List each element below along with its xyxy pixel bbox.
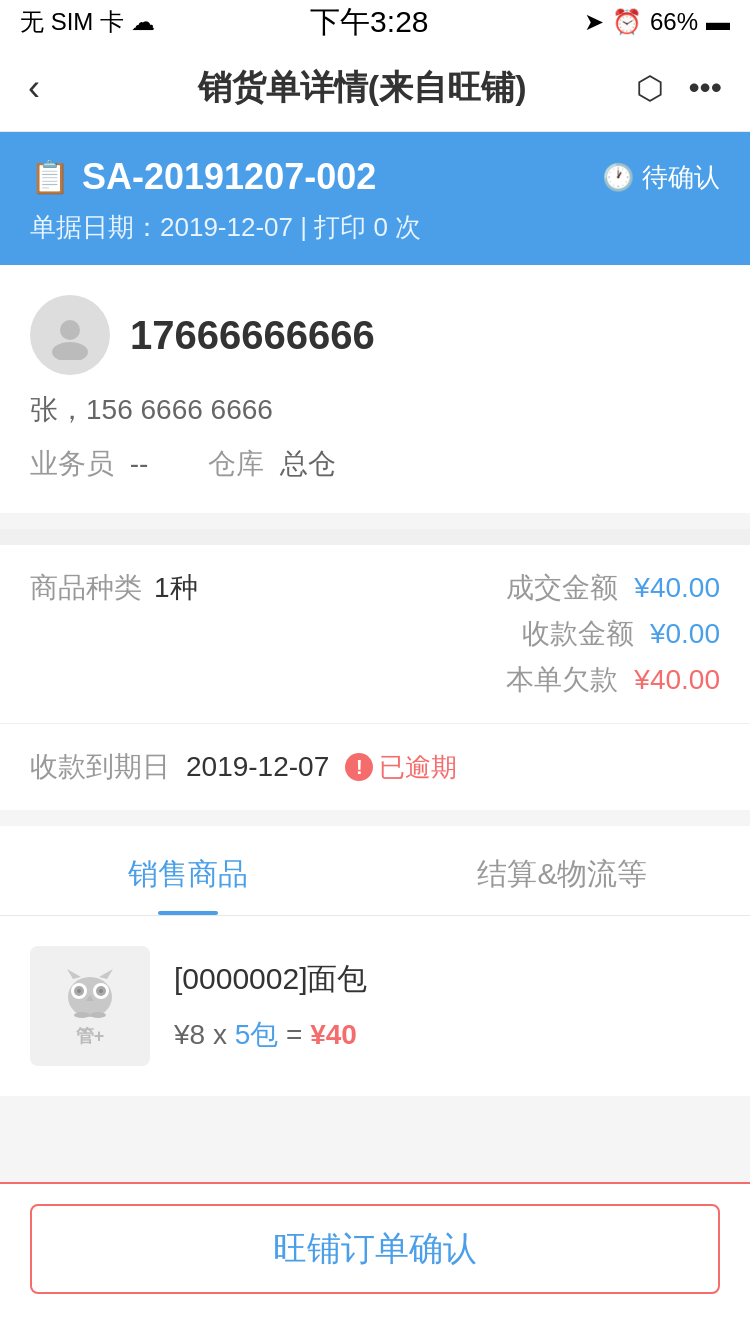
product-type-section: 商品种类 1种 bbox=[30, 569, 198, 607]
salesperson-item: 业务员 -- bbox=[30, 445, 148, 483]
tab-settlement[interactable]: 结算&物流等 bbox=[375, 826, 750, 915]
tabs-row: 销售商品 结算&物流等 bbox=[0, 826, 750, 915]
overdue-badge: ! 已逾期 bbox=[345, 750, 457, 785]
warehouse-item: 仓库 总仓 bbox=[208, 445, 336, 483]
due-date-card: 收款到期日 2019-12-07 ! 已逾期 bbox=[0, 723, 750, 810]
clock-icon: 🕐 bbox=[602, 162, 634, 193]
received-label: 收款金额 bbox=[522, 615, 634, 653]
order-id-row: 📋 SA-20191207-002 🕐 待确认 bbox=[30, 156, 720, 198]
signal-text: 无 SIM 卡 ☁ bbox=[20, 6, 155, 38]
back-button[interactable]: ‹ bbox=[28, 67, 88, 109]
due-date-row: 收款到期日 2019-12-07 ! 已逾期 bbox=[30, 748, 720, 786]
received-amount-row: 收款金额 ¥0.00 bbox=[522, 615, 720, 653]
customer-main: 17666666666 bbox=[30, 295, 720, 375]
deal-amount-label: 成交金额 bbox=[506, 569, 618, 607]
tabs-container: 销售商品 结算&物流等 bbox=[0, 826, 750, 916]
tab-sales-products[interactable]: 销售商品 bbox=[0, 826, 375, 915]
salesperson-value: -- bbox=[130, 448, 149, 479]
status-time: 下午3:28 bbox=[310, 2, 428, 43]
overdue-text: 已逾期 bbox=[379, 750, 457, 785]
svg-marker-9 bbox=[67, 969, 81, 979]
owed-amount-row: 本单欠款 ¥40.00 bbox=[506, 661, 720, 699]
battery-icon: ▬ bbox=[706, 8, 730, 36]
customer-meta: 业务员 -- 仓库 总仓 bbox=[30, 445, 720, 483]
status-bar: 无 SIM 卡 ☁ 下午3:28 ➤ ⏰ 66% ▬ bbox=[0, 0, 750, 44]
bottom-action-area: 旺铺订单确认 bbox=[0, 1182, 750, 1334]
status-right: ➤ ⏰ 66% ▬ bbox=[584, 8, 730, 36]
svg-point-1 bbox=[52, 342, 88, 360]
product-type-label: 商品种类 bbox=[30, 569, 142, 607]
product-thumbnail: 管+ bbox=[30, 946, 150, 1066]
tab-settlement-label: 结算&物流等 bbox=[477, 857, 647, 890]
confirm-order-button[interactable]: 旺铺订单确认 bbox=[30, 1204, 720, 1294]
svg-point-12 bbox=[74, 1012, 90, 1018]
order-header: 📋 SA-20191207-002 🕐 待确认 单据日期：2019-12-07 … bbox=[0, 132, 750, 265]
owed-label: 本单欠款 bbox=[506, 661, 618, 699]
product-list: 管+ [0000002]面包 ¥8 x 5包 = ¥40 bbox=[0, 916, 750, 1096]
warehouse-label: 仓库 bbox=[208, 448, 264, 479]
share-icon[interactable]: ⬡ bbox=[636, 69, 664, 107]
deal-amount-row: 成交金额 ¥40.00 bbox=[506, 569, 720, 607]
due-date-value: 2019-12-07 bbox=[186, 751, 329, 783]
svg-point-8 bbox=[99, 989, 103, 993]
owl-logo-icon bbox=[55, 965, 125, 1020]
summary-row: 商品种类 1种 成交金额 ¥40.00 收款金额 ¥0.00 本单欠款 ¥40.… bbox=[30, 569, 720, 699]
svg-point-0 bbox=[60, 320, 80, 340]
order-id-text: SA-20191207-002 bbox=[82, 156, 376, 198]
order-date: 单据日期：2019-12-07 | 打印 0 次 bbox=[30, 210, 720, 245]
order-icon: 📋 bbox=[30, 158, 70, 196]
svg-marker-10 bbox=[99, 969, 113, 979]
svg-point-13 bbox=[90, 1012, 106, 1018]
avatar bbox=[30, 295, 110, 375]
product-price: ¥8 x 5包 = ¥40 bbox=[174, 1016, 720, 1054]
status-text: 待确认 bbox=[642, 160, 720, 195]
deal-amount-value: ¥40.00 bbox=[634, 572, 720, 604]
more-icon[interactable]: ••• bbox=[688, 69, 722, 106]
customer-card: 17666666666 张，156 6666 6666 业务员 -- 仓库 总仓 bbox=[0, 265, 750, 513]
battery-text: 66% bbox=[650, 8, 698, 36]
thumb-inner: 管+ bbox=[55, 965, 125, 1048]
navigation-icon: ➤ bbox=[584, 8, 604, 36]
order-status: 🕐 待确认 bbox=[602, 160, 720, 195]
divider-1 bbox=[0, 529, 750, 545]
customer-name: 张，156 6666 6666 bbox=[30, 391, 720, 429]
order-id: 📋 SA-20191207-002 bbox=[30, 156, 376, 198]
quantity: 5包 bbox=[235, 1019, 279, 1050]
status-left: 无 SIM 卡 ☁ bbox=[20, 6, 155, 38]
svg-point-5 bbox=[77, 989, 81, 993]
page-title: 销货单详情(来自旺铺) bbox=[198, 65, 527, 111]
overdue-icon: ! bbox=[345, 753, 373, 781]
brand-label: 管+ bbox=[76, 1024, 105, 1048]
product-item: 管+ [0000002]面包 ¥8 x 5包 = ¥40 bbox=[0, 916, 750, 1096]
product-type-value: 1种 bbox=[154, 569, 198, 607]
summary-card: 商品种类 1种 成交金额 ¥40.00 收款金额 ¥0.00 本单欠款 ¥40.… bbox=[0, 545, 750, 723]
product-name: [0000002]面包 bbox=[174, 959, 720, 1000]
alarm-icon: ⏰ bbox=[612, 8, 642, 36]
total-price: ¥40 bbox=[310, 1019, 357, 1050]
product-info: [0000002]面包 ¥8 x 5包 = ¥40 bbox=[174, 959, 720, 1054]
tab-sales-label: 销售商品 bbox=[128, 857, 248, 890]
amounts-section: 成交金额 ¥40.00 收款金额 ¥0.00 本单欠款 ¥40.00 bbox=[506, 569, 720, 699]
warehouse-value: 总仓 bbox=[280, 448, 336, 479]
received-value: ¥0.00 bbox=[650, 618, 720, 650]
unit-price: ¥8 bbox=[174, 1019, 205, 1050]
salesperson-label: 业务员 bbox=[30, 448, 114, 479]
owed-value: ¥40.00 bbox=[634, 664, 720, 696]
nav-bar: ‹ 销货单详情(来自旺铺) ⬡ ••• bbox=[0, 44, 750, 132]
customer-phone: 17666666666 bbox=[130, 313, 375, 358]
equals-sign: = bbox=[286, 1019, 310, 1050]
nav-actions: ⬡ ••• bbox=[636, 69, 722, 107]
due-date-label: 收款到期日 bbox=[30, 748, 170, 786]
multiply-sign: x bbox=[213, 1019, 235, 1050]
